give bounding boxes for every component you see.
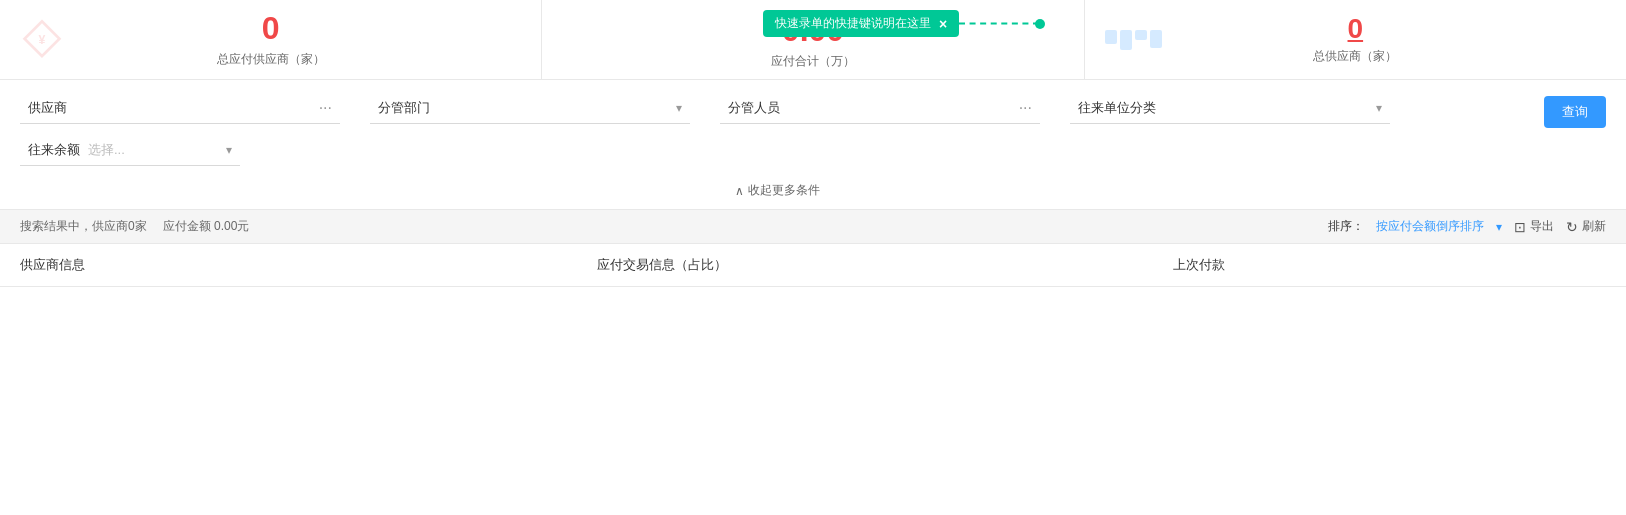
manager-dots[interactable]: ··· — [1019, 99, 1032, 117]
filter-balance[interactable]: 往来余额 选择... ▾ — [20, 134, 240, 166]
export-label: 导出 — [1530, 218, 1554, 235]
filter-row-2: 往来余额 选择... ▾ — [20, 134, 1534, 166]
stat-payable-total: 0.00 应付合计（万） 快速录单的快捷键说明在这里 × — [542, 0, 1084, 79]
sort-value[interactable]: 按应付会额倒序排序 — [1376, 218, 1484, 235]
filter-department[interactable]: 分管部门 ▾ — [370, 92, 690, 124]
filter-row-wrapper: 供应商 ··· 分管部门 ▾ 分管人员 ··· — [20, 92, 1606, 209]
filter-supplier[interactable]: 供应商 ··· — [20, 92, 340, 124]
collapse-icon: ∧ — [735, 184, 744, 198]
tooltip-close-button[interactable]: × — [939, 16, 947, 32]
manager-label: 分管人员 — [728, 99, 780, 117]
results-right: 排序： 按应付会额倒序排序 ▾ ⊡ 导出 ↻ 刷新 — [1328, 218, 1606, 235]
tooltip-bubble: 快速录单的快捷键说明在这里 × — [763, 10, 959, 37]
collapse-bar: ∧ 收起更多条件 — [20, 176, 1534, 209]
stat-total-payable-suppliers: ¥ 0 总应付供应商（家） — [0, 0, 542, 79]
filter-fields: 供应商 ··· 分管部门 ▾ 分管人员 ··· — [20, 92, 1534, 209]
tooltip-text: 快速录单的快捷键说明在这里 — [775, 15, 931, 32]
balance-placeholder: 选择... — [88, 141, 125, 159]
balance-arrow[interactable]: ▾ — [226, 143, 232, 157]
tooltip-dot — [1035, 19, 1045, 29]
filter-section: 供应商 ··· 分管部门 ▾ 分管人员 ··· — [0, 80, 1626, 210]
query-button[interactable]: 查询 — [1544, 96, 1606, 128]
stat-total-suppliers-number: 0 — [1348, 14, 1364, 45]
blue-boxes-decoration — [1105, 30, 1162, 50]
stats-bar: ¥ 0 总应付供应商（家） 0.00 应付合计（万） 快速录单的快捷键说明在这里… — [0, 0, 1626, 80]
sort-label: 排序： — [1328, 218, 1364, 235]
table-header: 供应商信息 应付交易信息（占比） 上次付款 — [0, 244, 1626, 287]
export-icon: ⊡ — [1514, 219, 1526, 235]
table-body — [0, 287, 1626, 515]
refresh-button[interactable]: ↻ 刷新 — [1566, 218, 1606, 235]
svg-text:¥: ¥ — [39, 33, 46, 47]
stat-total-suppliers: 0 总供应商（家） — [1085, 0, 1626, 79]
stat-payable-suppliers-label: 总应付供应商（家） — [217, 51, 325, 68]
col-supplier: 供应商信息 — [20, 256, 597, 274]
payable-amount-text: 应付金额 0.00元 — [163, 218, 250, 235]
department-label: 分管部门 — [378, 99, 430, 117]
sort-arrow-icon[interactable]: ▾ — [1496, 220, 1502, 234]
diamond-icon: ¥ — [20, 18, 64, 62]
supplier-dots[interactable]: ··· — [319, 99, 332, 117]
search-result-text: 搜索结果中，供应商0家 — [20, 218, 147, 235]
category-input[interactable] — [1164, 100, 1382, 115]
filter-row-1: 供应商 ··· 分管部门 ▾ 分管人员 ··· — [20, 92, 1534, 124]
department-arrow[interactable]: ▾ — [676, 101, 682, 115]
filter-category[interactable]: 往来单位分类 ▾ — [1070, 92, 1390, 124]
results-bar: 搜索结果中，供应商0家 应付金额 0.00元 排序： 按应付会额倒序排序 ▾ ⊡… — [0, 210, 1626, 244]
stat-payable-total-label: 应付合计（万） — [771, 53, 855, 70]
stat-payable-suppliers-number: 0 — [262, 11, 280, 46]
stat-total-suppliers-label: 总供应商（家） — [1313, 48, 1397, 65]
col-transaction: 应付交易信息（占比） — [597, 256, 1174, 274]
supplier-label: 供应商 — [28, 99, 67, 117]
supplier-input[interactable] — [75, 100, 332, 115]
category-label: 往来单位分类 — [1078, 99, 1156, 117]
balance-label: 往来余额 — [28, 141, 80, 159]
department-input[interactable] — [438, 100, 682, 115]
manager-input[interactable] — [788, 100, 1032, 115]
col-lastpay: 上次付款 — [1173, 256, 1606, 274]
collapse-button[interactable]: ∧ 收起更多条件 — [735, 182, 820, 199]
filter-manager[interactable]: 分管人员 ··· — [720, 92, 1040, 124]
refresh-label: 刷新 — [1582, 218, 1606, 235]
category-arrow[interactable]: ▾ — [1376, 101, 1382, 115]
results-left: 搜索结果中，供应商0家 应付金额 0.00元 — [20, 218, 249, 235]
refresh-icon: ↻ — [1566, 219, 1578, 235]
collapse-text: 收起更多条件 — [748, 182, 820, 199]
export-button[interactable]: ⊡ 导出 — [1514, 218, 1554, 235]
filter-actions: 查询 — [1544, 92, 1606, 128]
